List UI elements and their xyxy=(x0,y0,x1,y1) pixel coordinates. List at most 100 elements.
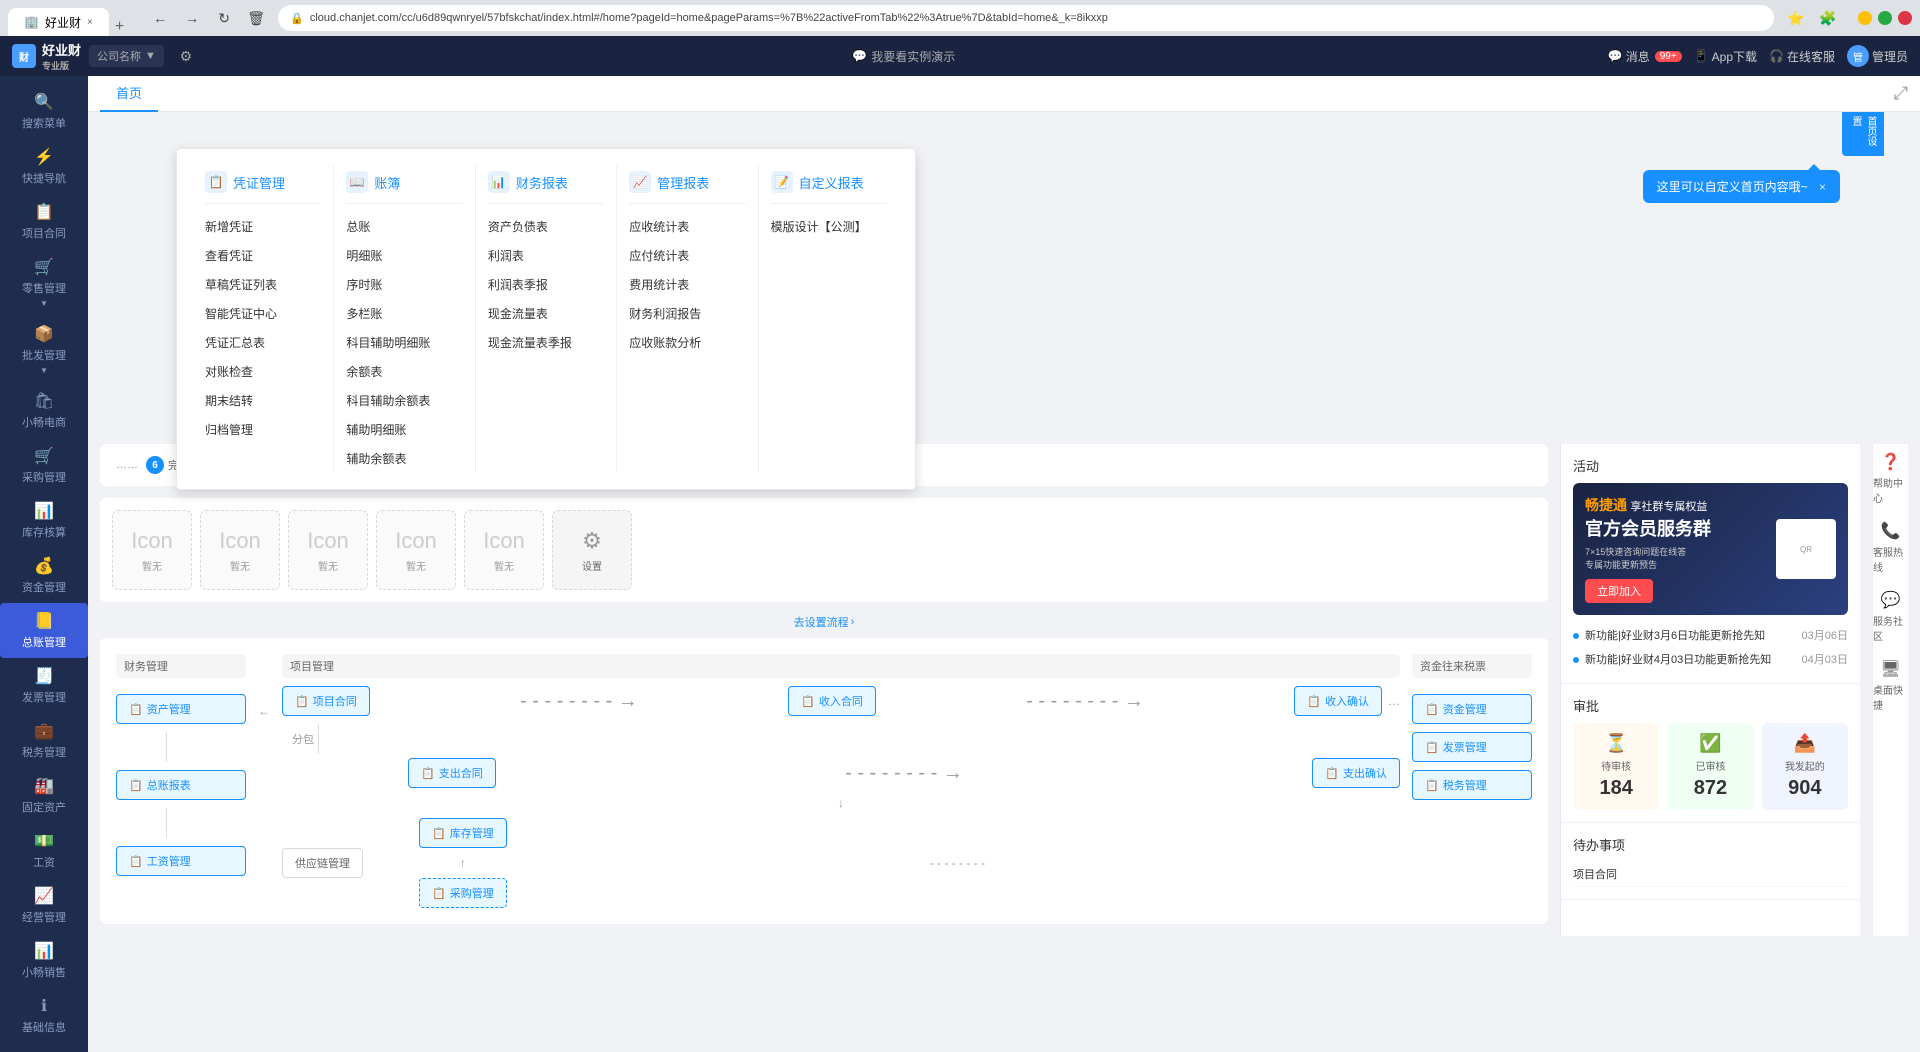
income-confirm-box[interactable]: 📋 收入确认 xyxy=(1294,686,1382,716)
menu-item-archive[interactable]: 归档管理 xyxy=(205,415,321,444)
sidebar-item-inventory[interactable]: 📊 库存核算 xyxy=(0,493,88,548)
todo-item-1[interactable]: 项目合同 xyxy=(1573,862,1848,887)
back-button[interactable]: ← xyxy=(146,4,174,32)
sidebar-item-project-contract[interactable]: 📋 项目合同 xyxy=(0,194,88,249)
sidebar-item-ecommerce[interactable]: 🛍 小畅电商 xyxy=(0,383,88,438)
sidebar-item-retail[interactable]: 🛒 零售管理 ▼ xyxy=(0,249,88,316)
general-ledger-box[interactable]: 📋 总账报表 xyxy=(116,770,246,800)
income-contract-box[interactable]: 📋 收入合同 xyxy=(788,686,876,716)
app-download-button[interactable]: 📱 App下载 xyxy=(1694,48,1757,65)
expand-icon[interactable]: ⤢ xyxy=(1894,83,1908,104)
menu-item-smart-voucher[interactable]: 智能凭证中心 xyxy=(205,299,321,328)
menu-item-voucher-summary[interactable]: 凭证汇总表 xyxy=(205,328,321,357)
menu-item-aux-balance[interactable]: 辅助余额表 xyxy=(346,444,462,473)
menu-item-balance-sheet[interactable]: 资产负债表 xyxy=(488,212,604,241)
user-menu[interactable]: 管 管理员 xyxy=(1847,45,1908,67)
purchase-box[interactable]: 📋 采购管理 xyxy=(419,878,507,908)
menu-item-expense-stats[interactable]: 费用统计表 xyxy=(629,270,745,299)
sidebar-item-basic-info[interactable]: ℹ 基础信息 xyxy=(0,988,88,1043)
forward-button[interactable]: → xyxy=(178,4,206,32)
menu-item-ar-stats[interactable]: 应收统计表 xyxy=(629,212,745,241)
inventory-box[interactable]: 📋 库存管理 xyxy=(419,818,507,848)
menu-item-income-quarterly[interactable]: 利润表季报 xyxy=(488,270,604,299)
menu-item-cash-flow-quarterly[interactable]: 现金流量表季报 xyxy=(488,328,604,357)
menu-item-subject-detail[interactable]: 科目辅助明细账 xyxy=(346,328,462,357)
menu-item-view-voucher[interactable]: 查看凭证 xyxy=(205,241,321,270)
menu-item-aux-detail[interactable]: 辅助明细账 xyxy=(346,415,462,444)
menu-item-reconcile[interactable]: 对账检查 xyxy=(205,357,321,386)
menu-item-balance[interactable]: 余额表 xyxy=(346,357,462,386)
sidebar-item-search[interactable]: 🔍 搜索菜单 xyxy=(0,84,88,139)
new-tab-button[interactable]: + xyxy=(109,18,130,36)
reload-button[interactable]: ↻ xyxy=(210,4,238,32)
tooltip-close-button[interactable]: × xyxy=(1819,180,1826,194)
approval-card-approved[interactable]: ✅ 已审核 872 xyxy=(1667,723,1753,810)
menu-item-profit-report[interactable]: 财务利润报告 xyxy=(629,299,745,328)
news-item-2[interactable]: 新功能|好业财4月03日功能更新抢先知 04月03日 xyxy=(1573,647,1848,671)
asset-box[interactable]: 📋 资产管理 xyxy=(116,694,246,724)
icon-cell-4[interactable]: Icon 暂无 xyxy=(376,510,456,590)
fund-mgmt-box[interactable]: 📋 资金管理 xyxy=(1412,694,1532,724)
invoice-mgmt-box[interactable]: 📋 发票管理 xyxy=(1412,732,1532,762)
sidebar-item-invoice[interactable]: 🧾 发票管理 xyxy=(0,658,88,713)
sidebar-item-operations[interactable]: 📈 经营管理 xyxy=(0,878,88,933)
sidebar-item-general-ledger[interactable]: 📒 总账管理 xyxy=(0,603,88,658)
rs-hotline[interactable]: 📞 客服热线 xyxy=(1873,521,1908,574)
menu-item-income-statement[interactable]: 利润表 xyxy=(488,241,604,270)
news-item-1[interactable]: 新功能|好业财3月6日功能更新抢先知 03月06日 xyxy=(1573,623,1848,647)
messages-button[interactable]: 💬 消息 99+ xyxy=(1608,48,1682,65)
sidebar-item-fixed-assets[interactable]: 🏭 固定资产 xyxy=(0,768,88,823)
approval-card-pending[interactable]: ⏳ 待审核 184 xyxy=(1573,723,1659,810)
extensions-button[interactable]: 🧩 xyxy=(1814,4,1842,32)
tax-mgmt-box[interactable]: 📋 税务管理 xyxy=(1412,770,1532,800)
expense-confirm-box[interactable]: 📋 支出确认 xyxy=(1312,758,1400,788)
expense-contract-box[interactable]: 📋 支出合同 xyxy=(408,758,496,788)
menu-item-cash-flow[interactable]: 现金流量表 xyxy=(488,299,604,328)
demo-link[interactable]: 💬 我要看实例演示 xyxy=(852,48,955,65)
rs-desktop[interactable]: 🖥 桌面快捷 xyxy=(1873,659,1908,712)
minimize-button[interactable] xyxy=(1858,11,1872,25)
approval-card-sent[interactable]: 📤 我发起的 904 xyxy=(1762,723,1848,810)
icon-cell-3[interactable]: Icon 暂无 xyxy=(288,510,368,590)
sidebar-item-payroll[interactable]: 💵 工资 xyxy=(0,823,88,878)
sidebar-item-tax[interactable]: 💼 税务管理 xyxy=(0,713,88,768)
settings-button[interactable]: ⚙ xyxy=(172,42,200,70)
project-contract-box[interactable]: 📋 项目合同 xyxy=(282,686,370,716)
icon-cell-settings[interactable]: ⚙ 设置 xyxy=(552,510,632,590)
go-setup-link[interactable]: 去设置流程 › xyxy=(794,614,855,630)
online-service-button[interactable]: 🎧 在线客服 xyxy=(1769,48,1835,65)
bookmark-button[interactable]: ⭐ xyxy=(1782,4,1810,32)
menu-item-general-ledger[interactable]: 总账 xyxy=(346,212,462,241)
company-selector[interactable]: 公司名称 ▼ xyxy=(89,45,164,67)
icon-cell-2[interactable]: Icon 暂无 xyxy=(200,510,280,590)
sidebar-item-sales[interactable]: 📊 小畅销售 xyxy=(0,933,88,988)
sidebar-item-fund[interactable]: 💰 资金管理 xyxy=(0,548,88,603)
menu-item-detail-ledger[interactable]: 明细账 xyxy=(346,241,462,270)
address-bar[interactable]: 🔒 cloud.chanjet.com/cc/u6d89qwnryel/57bf… xyxy=(278,5,1774,31)
sidebar-item-purchase[interactable]: 🛒 采购管理 xyxy=(0,438,88,493)
menu-item-ap-stats[interactable]: 应付统计表 xyxy=(629,241,745,270)
icon-cell-5[interactable]: Icon 暂无 xyxy=(464,510,544,590)
join-button[interactable]: 立即加入 xyxy=(1585,579,1653,603)
menu-item-sequential[interactable]: 序时账 xyxy=(346,270,462,299)
active-tab[interactable]: 🏢 好业财 × xyxy=(8,8,109,36)
news-list: 新功能|好业财3月6日功能更新抢先知 03月06日 新功能|好业财4月03日功能… xyxy=(1573,623,1848,671)
payroll-box[interactable]: 📋 工资管理 xyxy=(116,846,246,876)
close-button[interactable] xyxy=(1898,11,1912,25)
tab-home[interactable]: 首页 xyxy=(100,76,158,112)
maximize-button[interactable] xyxy=(1878,11,1892,25)
sidebar-item-system[interactable]: ⚙ 系统管理 xyxy=(0,1043,88,1052)
menu-item-draft-voucher[interactable]: 草稿凭证列表 xyxy=(205,270,321,299)
sidebar-item-quick-nav[interactable]: ⚡ 快捷导航 xyxy=(0,139,88,194)
menu-item-ar-analysis[interactable]: 应收账款分析 xyxy=(629,328,745,357)
menu-item-new-voucher[interactable]: 新增凭证 xyxy=(205,212,321,241)
tab-close-button[interactable]: × xyxy=(87,17,93,28)
rs-community[interactable]: 💬 服务社区 xyxy=(1873,590,1908,643)
sidebar-item-wholesale[interactable]: 📦 批发管理 ▼ xyxy=(0,316,88,383)
home-button[interactable]: 🗑 xyxy=(242,4,270,32)
menu-item-subject-balance[interactable]: 科目辅助余额表 xyxy=(346,386,462,415)
menu-item-multi-column[interactable]: 多栏账 xyxy=(346,299,462,328)
icon-cell-1[interactable]: Icon 暂无 xyxy=(112,510,192,590)
menu-item-period-end[interactable]: 期末结转 xyxy=(205,386,321,415)
menu-item-template-design[interactable]: 模版设计【公测】 xyxy=(771,212,887,241)
